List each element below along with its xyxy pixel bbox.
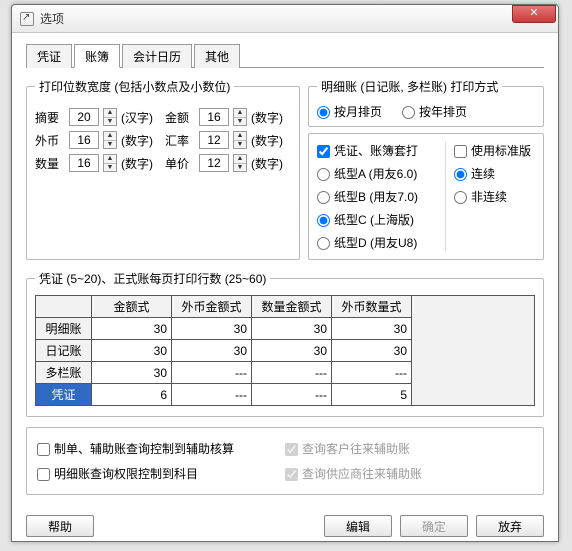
fc-input[interactable] — [69, 131, 99, 149]
titlebar: 选项 ✕ — [12, 5, 558, 33]
query-options-group: 制单、辅助账查询控制到辅助核算 明细账查询权限控制到科目 查询客户往来辅助账 查… — [26, 427, 544, 495]
preprinted-check[interactable]: 凭证、账簿套打 — [317, 142, 439, 159]
tabs: 凭证 账簿 会计日历 其他 — [26, 43, 544, 68]
amount-spinner[interactable]: ▲▼ — [233, 108, 247, 126]
qty-input[interactable] — [69, 154, 99, 172]
footer: 帮助 编辑 确定 放弃 — [12, 507, 558, 545]
vendor-aux-check: 查询供应商往来辅助账 — [285, 465, 533, 482]
paper-c-radio[interactable]: 纸型C (上海版) — [317, 211, 439, 228]
fc-label: 外币 — [35, 132, 65, 149]
close-button[interactable]: ✕ — [512, 5, 556, 23]
rows-per-page-group: 凭证 (5~20)、正式账每页打印行数 (25~60) 金额式 外币金额式 数量… — [26, 270, 544, 417]
rate-spinner[interactable]: ▲▼ — [233, 131, 247, 149]
print-width-group: 打印位数宽度 (包括小数点及小数位) 摘要 ▲▼ (汉字) 金额 ▲▼ (数字)… — [26, 78, 300, 260]
tab-calendar[interactable]: 会计日历 — [122, 44, 192, 68]
continuous-radio[interactable]: 连续 — [454, 165, 535, 182]
paper-group: 凭证、账簿套打 纸型A (用友6.0) 纸型B (用友7.0) 纸型C (上海版… — [308, 133, 544, 260]
col-fc-amount: 外币金额式 — [172, 296, 252, 318]
rows-table[interactable]: 金额式 外币金额式 数量金额式 外币数量式 明细账 30 30 30 30 日记… — [35, 295, 535, 406]
detail-print-group: 明细账 (日记账, 多栏账) 打印方式 按月排页 按年排页 — [308, 78, 544, 127]
app-icon — [20, 12, 34, 26]
col-fc-qty: 外币数量式 — [332, 296, 412, 318]
paper-d-radio[interactable]: 纸型D (用友U8) — [317, 234, 439, 251]
tab-voucher[interactable]: 凭证 — [26, 44, 72, 68]
customer-aux-check: 查询客户往来辅助账 — [285, 440, 533, 457]
rate-label: 汇率 — [165, 132, 195, 149]
cancel-button[interactable]: 放弃 — [476, 515, 544, 537]
table-gutter — [412, 296, 535, 406]
row-multi: 多栏账 — [36, 362, 92, 384]
help-button[interactable]: 帮助 — [26, 515, 94, 537]
content-area: 凭证 账簿 会计日历 其他 打印位数宽度 (包括小数点及小数位) 摘要 ▲▼ (… — [12, 33, 558, 507]
by-year-radio[interactable]: 按年排页 — [402, 103, 467, 120]
col-qty-amount: 数量金额式 — [252, 296, 332, 318]
row-detail: 明细账 — [36, 318, 92, 340]
price-input[interactable] — [199, 154, 229, 172]
ok-button: 确定 — [400, 515, 468, 537]
summary-label: 摘要 — [35, 109, 65, 126]
detail-perm-check[interactable]: 明细账查询权限控制到科目 — [37, 465, 285, 482]
fc-spinner[interactable]: ▲▼ — [103, 131, 117, 149]
row-voucher: 凭证 — [36, 384, 92, 406]
qty-unit: (数字) — [121, 155, 161, 172]
rows-per-page-legend: 凭证 (5~20)、正式账每页打印行数 (25~60) — [35, 270, 270, 287]
summary-spinner[interactable]: ▲▼ — [103, 108, 117, 126]
qty-spinner[interactable]: ▲▼ — [103, 154, 117, 172]
col-amount: 金额式 — [92, 296, 172, 318]
edit-button[interactable]: 编辑 — [324, 515, 392, 537]
row-journal: 日记账 — [36, 340, 92, 362]
tab-other[interactable]: 其他 — [194, 44, 240, 68]
fc-unit: (数字) — [121, 132, 161, 149]
amount-input[interactable] — [199, 108, 229, 126]
rate-unit: (数字) — [251, 132, 291, 149]
summary-input[interactable] — [69, 108, 99, 126]
rate-input[interactable] — [199, 131, 229, 149]
summary-unit: (汉字) — [121, 109, 161, 126]
price-label: 单价 — [165, 155, 195, 172]
print-width-legend: 打印位数宽度 (包括小数点及小数位) — [35, 78, 234, 95]
corner-cell — [36, 296, 92, 318]
use-standard-check[interactable]: 使用标准版 — [454, 142, 535, 159]
price-unit: (数字) — [251, 155, 291, 172]
paper-a-radio[interactable]: 纸型A (用友6.0) — [317, 165, 439, 182]
aux-control-check[interactable]: 制单、辅助账查询控制到辅助核算 — [37, 440, 285, 457]
window-title: 选项 — [40, 10, 64, 27]
detail-print-legend: 明细账 (日记账, 多栏账) 打印方式 — [317, 78, 502, 95]
tab-books[interactable]: 账簿 — [74, 44, 120, 68]
paper-b-radio[interactable]: 纸型B (用友7.0) — [317, 188, 439, 205]
by-month-radio[interactable]: 按月排页 — [317, 103, 382, 120]
price-spinner[interactable]: ▲▼ — [233, 154, 247, 172]
qty-label: 数量 — [35, 155, 65, 172]
amount-unit: (数字) — [251, 109, 291, 126]
amount-label: 金额 — [165, 109, 195, 126]
noncontinuous-radio[interactable]: 非连续 — [454, 188, 535, 205]
options-dialog: 选项 ✕ 凭证 账簿 会计日历 其他 打印位数宽度 (包括小数点及小数位) 摘要… — [11, 4, 559, 542]
